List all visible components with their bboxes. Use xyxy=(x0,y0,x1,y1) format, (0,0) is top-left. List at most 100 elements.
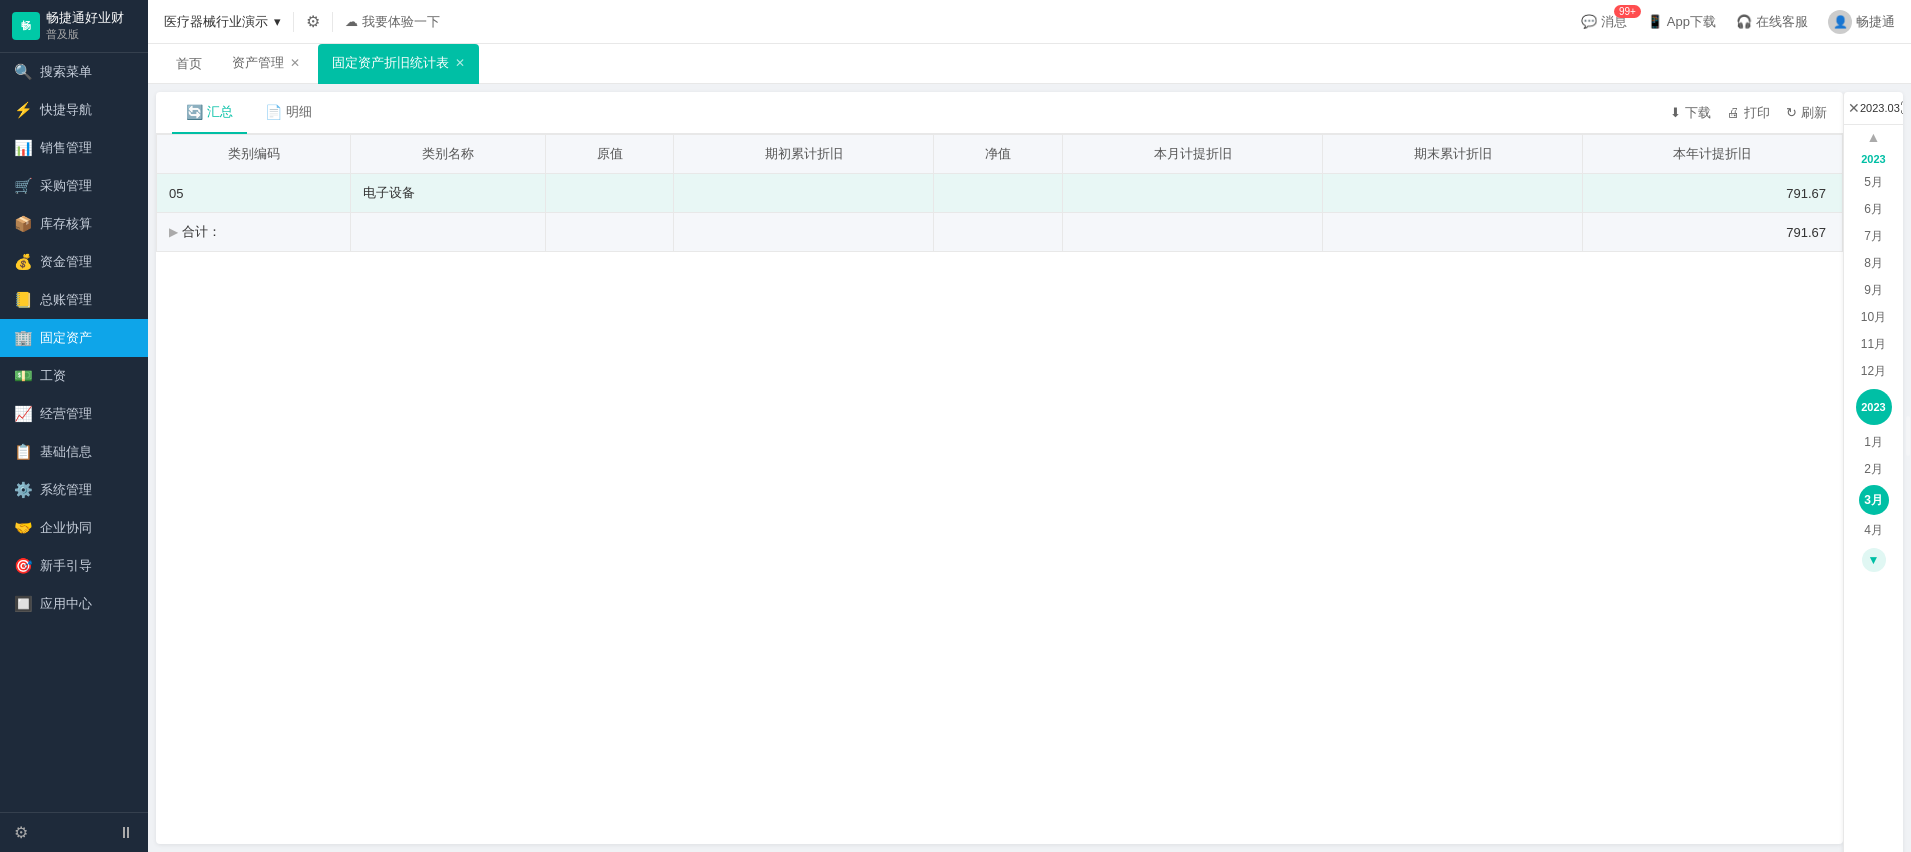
month-12[interactable]: 12月 xyxy=(1844,358,1903,385)
date-nav-up[interactable]: ▲ xyxy=(1844,125,1903,149)
sub-tab-summary[interactable]: 🔄 汇总 xyxy=(172,92,247,134)
content-wrapper: 🔄 汇总 📄 明细 ⬇ 下载 🖨 打印 xyxy=(148,84,1911,852)
home-tab-label: 首页 xyxy=(176,56,202,71)
refresh-label: 刷新 xyxy=(1801,104,1827,122)
customer-service-button[interactable]: 🎧 在线客服 xyxy=(1736,13,1808,31)
table-row[interactable]: 05 电子设备 791.67 xyxy=(157,174,1843,213)
sidebar-item-fixed-assets[interactable]: 🏢 固定资产 xyxy=(0,319,148,357)
sidebar-item-quick-nav-label: 快捷导航 xyxy=(40,101,92,119)
main-area: 医疗器械行业演示 ▾ ⚙ ☁ 我要体验一下 💬 消息 99+ 📱 App下载 🎧… xyxy=(148,0,1911,852)
tab-depreciation-close[interactable]: ✕ xyxy=(455,56,465,70)
sidebar-item-inventory-label: 库存核算 xyxy=(40,215,92,233)
sidebar-item-operations[interactable]: 📈 经营管理 xyxy=(0,395,148,433)
sidebar-item-app-center[interactable]: 🔲 应用中心 xyxy=(0,585,148,623)
download-label: 下载 xyxy=(1685,104,1711,122)
month-2[interactable]: 2月 xyxy=(1844,456,1903,483)
sidebar-item-guide[interactable]: 🎯 新手引导 xyxy=(0,547,148,585)
sidebar-item-purchase[interactable]: 🛒 采购管理 xyxy=(0,167,148,205)
customer-service-label: 在线客服 xyxy=(1756,13,1808,31)
total-row: ▶ 合计： 791.67 xyxy=(157,213,1843,252)
total-annual-dep: 791.67 xyxy=(1582,213,1842,252)
col-period-end-accum-depreciation: 期末累计折旧 xyxy=(1323,135,1583,174)
cell-original-value xyxy=(545,174,674,213)
settings-bottom-icon[interactable]: ⚙ xyxy=(14,823,28,842)
payroll-icon: 💵 xyxy=(14,367,32,385)
year-2023-label-top: 2023 xyxy=(1844,149,1903,169)
month-1[interactable]: 1月 xyxy=(1844,429,1903,456)
download-icon: ⬇ xyxy=(1670,105,1681,120)
total-original-value xyxy=(545,213,674,252)
cell-monthly-dep xyxy=(1063,174,1323,213)
col-original-value: 原值 xyxy=(545,135,674,174)
messages-button[interactable]: 💬 消息 99+ xyxy=(1581,13,1627,31)
date-panel-close-button[interactable]: ✕ xyxy=(1848,100,1860,116)
summary-icon: 🔄 xyxy=(186,104,203,120)
month-7[interactable]: 7月 xyxy=(1844,223,1903,250)
month-11[interactable]: 11月 xyxy=(1844,331,1903,358)
user-profile[interactable]: 👤 畅捷通 xyxy=(1828,10,1895,34)
user-name: 畅捷通 xyxy=(1856,13,1895,31)
sidebar-item-inventory[interactable]: 📦 库存核算 xyxy=(0,205,148,243)
tab-asset-mgmt[interactable]: 资产管理 ✕ xyxy=(218,44,314,84)
sidebar-collapse-button[interactable]: ⏸ xyxy=(118,824,134,842)
date-current-period: 2023.03 xyxy=(1860,98,1900,118)
company-dropdown-icon: ▾ xyxy=(274,14,281,29)
year-2023-circle[interactable]: 2023 xyxy=(1856,389,1892,425)
sub-tab-detail[interactable]: 📄 明细 xyxy=(251,92,326,134)
tab-home[interactable]: 首页 xyxy=(164,47,214,81)
sidebar-nav: 🔍 搜索菜单 ⚡ 快捷导航 📊 销售管理 🛒 采购管理 📦 库存核算 💰 资金管… xyxy=(0,53,148,812)
cell-net-value xyxy=(934,174,1063,213)
sidebar-item-system-label: 系统管理 xyxy=(40,481,92,499)
download-button[interactable]: ⬇ 下载 xyxy=(1670,104,1711,122)
sidebar-logo: 畅 畅捷通好业财 普及版 xyxy=(0,0,148,53)
col-monthly-depreciation: 本月计提折旧 xyxy=(1063,135,1323,174)
month-10[interactable]: 10月 xyxy=(1844,304,1903,331)
sidebar-item-funds[interactable]: 💰 资金管理 xyxy=(0,243,148,281)
sidebar-item-payroll[interactable]: 💵 工资 xyxy=(0,357,148,395)
tab-asset-mgmt-close[interactable]: ✕ xyxy=(290,56,300,70)
sidebar-bottom: ⚙ ⏸ xyxy=(0,812,148,852)
app-center-icon: 🔲 xyxy=(14,595,32,613)
sidebar-item-basic-info[interactable]: 📋 基础信息 xyxy=(0,433,148,471)
sidebar-item-enterprise[interactable]: 🤝 企业协同 xyxy=(0,509,148,547)
cell-annual-dep: 791.67 xyxy=(1582,174,1842,213)
experience-button[interactable]: ☁ 我要体验一下 xyxy=(345,13,440,31)
print-icon: 🖨 xyxy=(1727,105,1740,120)
date-panel: ✕ 2023.03 ⛶ ▲ 2023 5月 6月 7月 8月 9月 10月 11… xyxy=(1843,92,1903,852)
month-8[interactable]: 8月 xyxy=(1844,250,1903,277)
date-panel-expand-button[interactable]: ⛶ xyxy=(1900,100,1903,116)
col-period-accum-depreciation: 期初累计折旧 xyxy=(674,135,934,174)
sidebar-item-ledger-label: 总账管理 xyxy=(40,291,92,309)
app-download-button[interactable]: 📱 App下载 xyxy=(1647,13,1716,31)
sidebar-item-system[interactable]: ⚙️ 系统管理 xyxy=(0,471,148,509)
month-6[interactable]: 6月 xyxy=(1844,196,1903,223)
sidebar-item-sales[interactable]: 📊 销售管理 xyxy=(0,129,148,167)
print-button[interactable]: 🖨 打印 xyxy=(1727,104,1770,122)
col-net-value: 净值 xyxy=(934,135,1063,174)
tab-depreciation[interactable]: 固定资产折旧统计表 ✕ xyxy=(318,44,479,84)
month-4[interactable]: 4月 xyxy=(1844,517,1903,544)
sidebar-item-fixed-assets-label: 固定资产 xyxy=(40,329,92,347)
operations-icon: 📈 xyxy=(14,405,32,423)
month-3-selected[interactable]: 3月 xyxy=(1859,485,1889,515)
refresh-icon: ↻ xyxy=(1786,105,1797,120)
company-selector[interactable]: 医疗器械行业演示 ▾ xyxy=(164,13,281,31)
sidebar-item-ledger[interactable]: 📒 总账管理 xyxy=(0,281,148,319)
enterprise-icon: 🤝 xyxy=(14,519,32,537)
sub-tabs: 🔄 汇总 📄 明细 ⬇ 下载 🖨 打印 xyxy=(156,92,1843,134)
date-panel-scroll[interactable]: ▲ 2023 5月 6月 7月 8月 9月 10月 11月 12月 2023 1… xyxy=(1844,125,1903,852)
topbar-settings-icon[interactable]: ⚙ xyxy=(306,12,320,31)
refresh-button[interactable]: ↻ 刷新 xyxy=(1786,104,1827,122)
sidebar-item-app-center-label: 应用中心 xyxy=(40,595,92,613)
print-label: 打印 xyxy=(1744,104,1770,122)
sidebar-item-quick-nav[interactable]: ⚡ 快捷导航 xyxy=(0,91,148,129)
sidebar-item-payroll-label: 工资 xyxy=(40,367,66,385)
tabs-bar: 首页 资产管理 ✕ 固定资产折旧统计表 ✕ xyxy=(148,44,1911,84)
date-nav-down-circle[interactable]: ▼ xyxy=(1862,548,1886,572)
col-annual-depreciation: 本年计提折旧 xyxy=(1582,135,1842,174)
col-category-code: 类别编码 xyxy=(157,135,351,174)
month-9[interactable]: 9月 xyxy=(1844,277,1903,304)
month-5[interactable]: 5月 xyxy=(1844,169,1903,196)
sidebar-item-search[interactable]: 🔍 搜索菜单 xyxy=(0,53,148,91)
cell-category-code: 05 xyxy=(157,174,351,213)
